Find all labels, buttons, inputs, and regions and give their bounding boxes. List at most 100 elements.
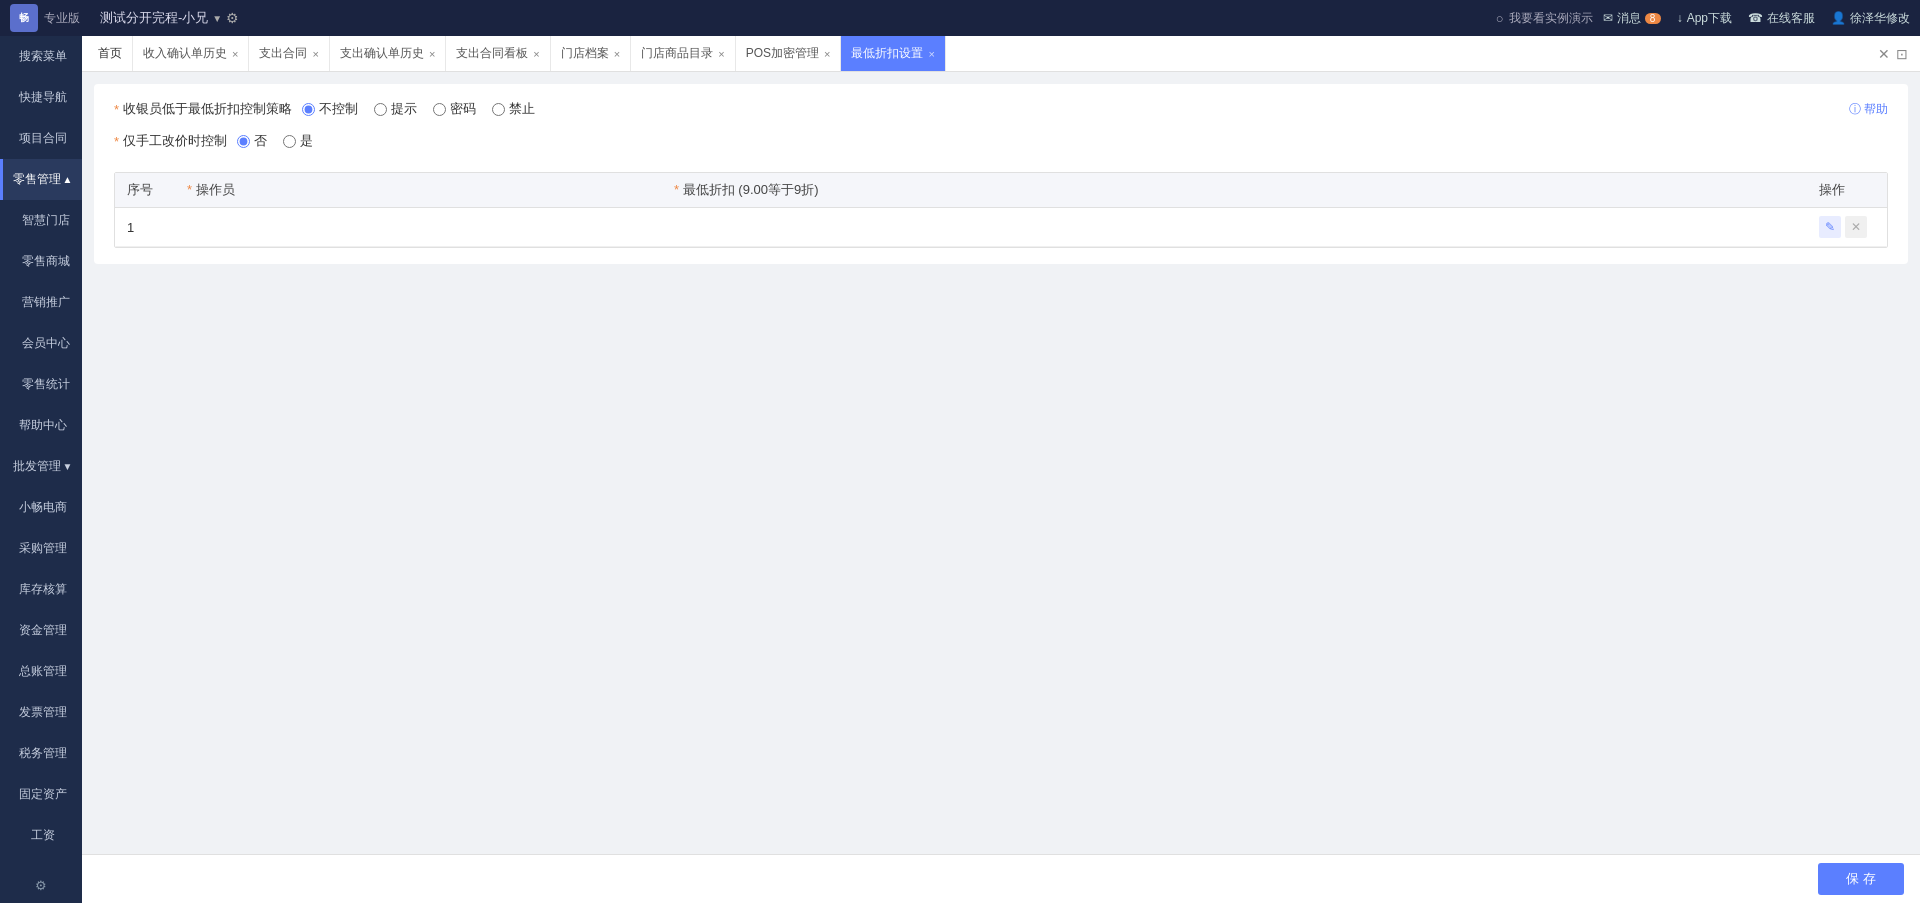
- app-download-label: App下载: [1687, 10, 1732, 27]
- discount-table-wrapper: 序号 * 操作员 * 最低折扣 (9.00等于9折): [114, 164, 1888, 248]
- sidebar-item-inventory[interactable]: 库存核算: [0, 569, 82, 610]
- sidebar-item-member-center[interactable]: 会员中心: [0, 323, 82, 364]
- tab-close-all-icon[interactable]: ✕: [1878, 46, 1890, 62]
- project-selector[interactable]: 测试分开完程-小兄 ▼ ⚙: [100, 9, 1486, 27]
- sidebar-item-wholesale-mgmt[interactable]: 批发管理▼: [0, 446, 82, 487]
- option-manual-no[interactable]: 否: [237, 132, 267, 150]
- sidebar-item-purchase-mgmt[interactable]: 采购管理: [0, 528, 82, 569]
- ledger-label: 总账管理: [19, 663, 67, 680]
- demo-link[interactable]: ○ 我要看实例演示: [1496, 10, 1593, 27]
- sidebar-item-shortcut[interactable]: 快捷导航: [0, 77, 82, 118]
- tab-income-confirm[interactable]: 收入确认单历史 ×: [133, 36, 249, 72]
- tab-payment-contract-close[interactable]: ×: [312, 48, 318, 60]
- option-no-control[interactable]: 不控制: [302, 100, 358, 118]
- radio-no-control[interactable]: [302, 103, 315, 116]
- discount-policy-label: * 收银员低于最低折扣控制策略: [114, 100, 292, 118]
- sidebar-item-retail-mall[interactable]: 零售商城: [0, 241, 82, 282]
- tab-income-confirm-close[interactable]: ×: [232, 48, 238, 60]
- tab-payment-confirm[interactable]: 支出确认单历史 ×: [330, 36, 446, 72]
- invoice-mgmt-label: 发票管理: [19, 704, 67, 721]
- sidebar-item-tax-mgmt[interactable]: 税务管理: [0, 733, 82, 774]
- table-row: 1 ✎ ✕: [115, 208, 1887, 247]
- tab-pos-password[interactable]: POS加密管理 ×: [736, 36, 842, 72]
- col-operator-text: 操作员: [196, 182, 235, 197]
- tab-payment-contract-label: 支出合同: [259, 45, 307, 62]
- help-link[interactable]: ⓘ 帮助: [1849, 101, 1888, 118]
- tax-mgmt-label: 税务管理: [19, 745, 67, 762]
- radio-password[interactable]: [433, 103, 446, 116]
- main-layout: 搜索菜单 快捷导航 项目合同 零售管理▲ 智慧门店 零售商城 营销推广 会员中心…: [0, 36, 1920, 903]
- tab-store-archive-close[interactable]: ×: [614, 48, 620, 60]
- radio-manual-no[interactable]: [237, 135, 250, 148]
- tab-pos-password-label: POS加密管理: [746, 45, 819, 62]
- cell-operator: [175, 208, 662, 247]
- sidebar-item-salary[interactable]: 工资: [0, 815, 82, 856]
- required-mark-1: *: [114, 102, 119, 117]
- option-password[interactable]: 密码: [433, 100, 476, 118]
- sidebar-item-ecommerce[interactable]: 小畅电商: [0, 487, 82, 528]
- tab-min-discount-close[interactable]: ×: [928, 48, 934, 60]
- radio-remind[interactable]: [374, 103, 387, 116]
- tab-pos-password-close[interactable]: ×: [824, 48, 830, 60]
- sidebar-item-retail-stats[interactable]: 零售统计: [0, 364, 82, 405]
- sidebar-item-marketing[interactable]: 营销推广: [0, 282, 82, 323]
- option-forbid-label: 禁止: [509, 100, 535, 118]
- tab-payment-confirm-close[interactable]: ×: [429, 48, 435, 60]
- service-icon: ☎: [1748, 11, 1763, 25]
- delete-row-button[interactable]: ✕: [1845, 216, 1867, 238]
- app-download-button[interactable]: ↓ App下载: [1677, 10, 1732, 27]
- option-manual-yes-label: 是: [300, 132, 313, 150]
- tab-payment-board-close[interactable]: ×: [533, 48, 539, 60]
- tabbar-controls: ✕ ⊡: [1872, 46, 1914, 62]
- tab-min-discount[interactable]: 最低折扣设置 ×: [841, 36, 945, 72]
- option-manual-yes[interactable]: 是: [283, 132, 313, 150]
- marketing-label: 营销推广: [22, 294, 70, 311]
- retail-stats-label: 零售统计: [22, 376, 70, 393]
- sidebar-item-help-center[interactable]: 帮助中心: [0, 405, 82, 446]
- demo-label: 我要看实例演示: [1509, 10, 1593, 27]
- sidebar-item-ledger[interactable]: 总账管理: [0, 651, 82, 692]
- tab-store-archive[interactable]: 门店档案 ×: [551, 36, 631, 72]
- sidebar-item-project-contract[interactable]: 项目合同: [0, 118, 82, 159]
- tab-home-label: 首页: [98, 45, 122, 62]
- project-settings-icon[interactable]: ⚙: [226, 10, 239, 26]
- settings-gear-icon: ⚙: [35, 878, 47, 893]
- col-header-seq: 序号: [115, 173, 175, 208]
- radio-manual-yes[interactable]: [283, 135, 296, 148]
- settings-card: * 收银员低于最低折扣控制策略 不控制 提示: [94, 84, 1908, 264]
- sidebar-item-search[interactable]: 搜索菜单: [0, 36, 82, 77]
- ecommerce-label: 小畅电商: [19, 499, 67, 516]
- user-avatar-icon: 👤: [1831, 11, 1846, 25]
- sidebar-item-retail-mgmt[interactable]: 零售管理▲: [0, 159, 82, 200]
- radio-forbid[interactable]: [492, 103, 505, 116]
- online-service-button[interactable]: ☎ 在线客服: [1748, 10, 1815, 27]
- tab-maximize-icon[interactable]: ⊡: [1896, 46, 1908, 62]
- user-profile-button[interactable]: 👤 徐泽华修改: [1831, 10, 1910, 27]
- sidebar-settings-button[interactable]: ⚙: [0, 868, 82, 903]
- save-button[interactable]: 保 存: [1818, 863, 1904, 895]
- app-logo: 畅 专业版: [10, 4, 90, 32]
- project-dropdown-icon[interactable]: ▼: [212, 13, 222, 24]
- option-remind[interactable]: 提示: [374, 100, 417, 118]
- sidebar-item-invoice-mgmt[interactable]: 发票管理: [0, 692, 82, 733]
- edit-row-button[interactable]: ✎: [1819, 216, 1841, 238]
- tab-payment-confirm-label: 支出确认单历史: [340, 45, 424, 62]
- fixed-assets-label: 固定资产: [19, 786, 67, 803]
- tab-store-archive-label: 门店档案: [561, 45, 609, 62]
- row-action-icons: ✎ ✕: [1819, 216, 1875, 238]
- sidebar-item-smart-store[interactable]: 智慧门店: [0, 200, 82, 241]
- discount-policy-row: * 收银员低于最低折扣控制策略 不控制 提示: [114, 100, 1888, 118]
- tab-store-goods-close[interactable]: ×: [718, 48, 724, 60]
- tab-store-goods[interactable]: 门店商品目录 ×: [631, 36, 735, 72]
- tab-payment-board[interactable]: 支出合同看板 ×: [446, 36, 550, 72]
- option-forbid[interactable]: 禁止: [492, 100, 535, 118]
- col-header-operator: * 操作员: [175, 173, 662, 208]
- help-center-label: 帮助中心: [19, 417, 67, 434]
- sidebar-item-finance[interactable]: 资金管理: [0, 610, 82, 651]
- bottom-bar: 保 存: [82, 854, 1920, 903]
- option-no-control-label: 不控制: [319, 100, 358, 118]
- sidebar-item-fixed-assets[interactable]: 固定资产: [0, 774, 82, 815]
- tab-home[interactable]: 首页: [88, 36, 133, 72]
- tab-payment-contract[interactable]: 支出合同 ×: [249, 36, 329, 72]
- messages-button[interactable]: ✉ 消息 8: [1603, 10, 1661, 27]
